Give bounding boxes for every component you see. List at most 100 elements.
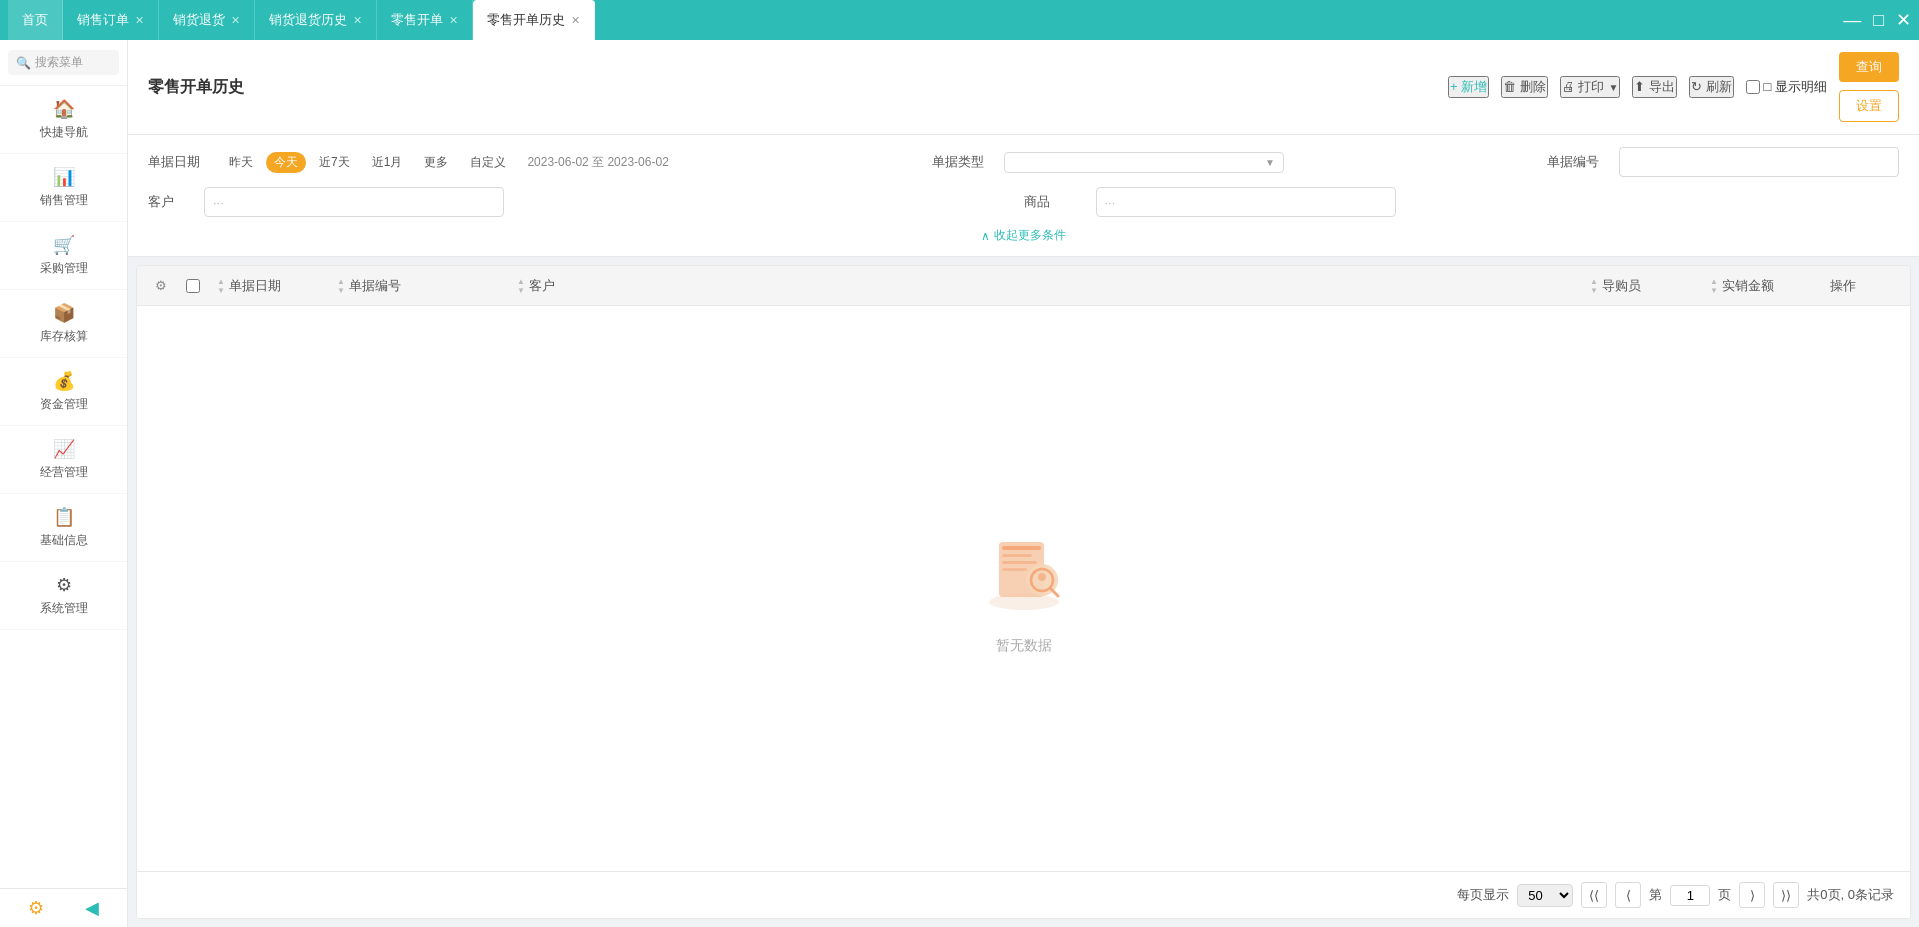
pagination: 每页显示 50 10 20 100 ⟨⟨ ⟨ 第 页 ⟩ ⟩⟩ 共0页, 0条记… [137, 871, 1910, 918]
num-filter-input[interactable] [1619, 147, 1899, 177]
top-bar: 首页 销售订单 ✕ 销货退货 ✕ 销货退货历史 ✕ 零售开单 ✕ 零售开单历史 … [0, 0, 1919, 40]
sidebar-item-sales[interactable]: 📊 销售管理 [0, 154, 127, 222]
num-filter-label: 单据编号 [1547, 153, 1603, 171]
date-sort-icon: ▲▼ [217, 277, 225, 295]
table-header: ⚙ ▲▼ 单据日期 ▲▼ 单据编号 ▲▼ 客户 ▲▼ 导 [137, 266, 1910, 306]
date-btn-yesterday[interactable]: 昨天 [220, 151, 262, 174]
query-button[interactable]: 查询 [1839, 52, 1899, 82]
sidebar-item-inventory-label: 库存核算 [40, 328, 88, 345]
table-select-all[interactable] [177, 279, 209, 293]
customer-sort-icon: ▲▼ [517, 277, 525, 295]
tab-close-retail-history[interactable]: ✕ [571, 14, 580, 27]
date-btn-today[interactable]: 今天 [266, 152, 306, 173]
date-range-display: 2023-06-02 至 2023-06-02 [527, 154, 668, 171]
sidebar-item-operation[interactable]: 📈 经营管理 [0, 426, 127, 494]
th-guide[interactable]: ▲▼ 导购员 [1582, 277, 1702, 295]
sidebar-settings-btn[interactable]: ⚙ [28, 897, 44, 919]
content-area: 零售开单历史 + 新增 🗑 删除 🖨 打印 ▼ ⬆ 导出 ↻ 刷新 [128, 40, 1919, 927]
sidebar-item-basic[interactable]: 📋 基础信息 [0, 494, 127, 562]
date-btn-custom[interactable]: 自定义 [461, 151, 515, 174]
page-label2: 页 [1718, 886, 1731, 904]
add-button[interactable]: + 新增 [1448, 76, 1489, 98]
window-maximize-btn[interactable]: □ [1873, 10, 1884, 31]
th-date[interactable]: ▲▼ 单据日期 [209, 277, 329, 295]
th-customer[interactable]: ▲▼ 客户 [509, 277, 1582, 295]
current-page-input[interactable] [1670, 885, 1710, 906]
total-info: 共0页, 0条记录 [1807, 886, 1894, 904]
delete-button[interactable]: 🗑 删除 [1501, 76, 1548, 98]
goods-filter-label: 商品 [1024, 193, 1080, 211]
sidebar-collapse-btn[interactable]: ◀ [85, 897, 99, 919]
empty-illustration [974, 522, 1074, 625]
th-num[interactable]: ▲▼ 单据编号 [329, 277, 509, 295]
print-button[interactable]: 🖨 打印 ▼ [1560, 76, 1621, 98]
guide-sort-icon: ▲▼ [1590, 277, 1598, 295]
sidebar-item-quicknav[interactable]: 🏠 快捷导航 [0, 86, 127, 154]
sidebar-item-system[interactable]: ⚙ 系统管理 [0, 562, 127, 630]
tab-close-sales-order[interactable]: ✕ [135, 14, 144, 27]
goods-filter-input[interactable]: ··· [1096, 187, 1396, 217]
refresh-button[interactable]: ↻ 刷新 [1689, 76, 1734, 98]
setting-button[interactable]: 设置 [1839, 90, 1899, 122]
filter-collapse-btn[interactable]: ∧ 收起更多条件 [148, 227, 1899, 244]
page-size-select[interactable]: 50 10 20 100 [1517, 884, 1573, 907]
svg-rect-4 [1002, 561, 1037, 564]
date-btn-7days[interactable]: 近7天 [310, 151, 359, 174]
tab-retail[interactable]: 零售开单 ✕ [377, 0, 473, 40]
last-page-btn[interactable]: ⟩⟩ [1773, 882, 1799, 908]
date-filter-label: 单据日期 [148, 153, 204, 171]
tab-sales-order[interactable]: 销售订单 ✕ [63, 0, 159, 40]
sidebar-search[interactable]: 🔍 搜索菜单 [0, 40, 127, 86]
display-detail-toggle[interactable]: □ 显示明细 [1746, 78, 1827, 96]
home-icon: 🏠 [53, 98, 75, 120]
sidebar: 🔍 搜索菜单 🏠 快捷导航 📊 销售管理 🛒 采购管理 📦 库存核算 💰 资金管… [0, 40, 128, 927]
date-filter-buttons: 昨天 今天 近7天 近1月 更多 自定义 2023-06-02 至 2023-0… [220, 151, 669, 174]
tab-retail-history[interactable]: 零售开单历史 ✕ [473, 0, 595, 40]
tab-close-return[interactable]: ✕ [231, 14, 240, 27]
prev-page-btn[interactable]: ⟨ [1615, 882, 1641, 908]
display-detail-checkbox[interactable] [1746, 80, 1760, 94]
type-filter-label: 单据类型 [932, 153, 988, 171]
date-btn-more[interactable]: 更多 [415, 151, 457, 174]
table-settings-btn[interactable]: ⚙ [145, 278, 177, 293]
sidebar-item-purchase[interactable]: 🛒 采购管理 [0, 222, 127, 290]
sales-icon: 📊 [53, 166, 75, 188]
inventory-icon: 📦 [53, 302, 75, 324]
empty-text: 暂无数据 [996, 637, 1052, 655]
svg-point-9 [1038, 573, 1046, 581]
sidebar-item-sales-label: 销售管理 [40, 192, 88, 209]
window-close-btn[interactable]: ✕ [1896, 9, 1911, 31]
page-label: 第 [1649, 886, 1662, 904]
table-body: 暂无数据 [137, 306, 1910, 871]
type-filter-select[interactable]: ▼ [1004, 152, 1284, 173]
customer-filter-input[interactable]: ··· [204, 187, 504, 217]
export-button[interactable]: ⬆ 导出 [1632, 76, 1677, 98]
tab-close-retail[interactable]: ✕ [449, 14, 458, 27]
svg-rect-2 [1002, 546, 1041, 550]
data-table: ⚙ ▲▼ 单据日期 ▲▼ 单据编号 ▲▼ 客户 ▲▼ 导 [136, 265, 1911, 919]
first-page-btn[interactable]: ⟨⟨ [1581, 882, 1607, 908]
tab-return-history[interactable]: 销货退货历史 ✕ [255, 0, 377, 40]
sidebar-item-system-label: 系统管理 [40, 600, 88, 617]
th-amount[interactable]: ▲▼ 实销金额 [1702, 277, 1822, 295]
sidebar-item-quicknav-label: 快捷导航 [40, 124, 88, 141]
filter-area: 单据日期 昨天 今天 近7天 近1月 更多 自定义 2023-06-02 至 2… [128, 135, 1919, 257]
select-all-checkbox[interactable] [186, 279, 200, 293]
next-page-btn[interactable]: ⟩ [1739, 882, 1765, 908]
collapse-up-icon: ∧ [981, 229, 990, 243]
window-minimize-btn[interactable]: — [1843, 10, 1861, 31]
svg-rect-3 [1002, 554, 1032, 557]
tab-home[interactable]: 首页 [8, 0, 63, 40]
tab-close-return-history[interactable]: ✕ [353, 14, 362, 27]
finance-icon: 💰 [53, 370, 75, 392]
amount-sort-icon: ▲▼ [1710, 277, 1718, 295]
goods-dots: ··· [1105, 195, 1116, 210]
sidebar-item-inventory[interactable]: 📦 库存核算 [0, 290, 127, 358]
tab-return[interactable]: 销货退货 ✕ [159, 0, 255, 40]
page-size-label: 每页显示 [1457, 886, 1509, 904]
th-action: 操作 [1822, 277, 1902, 295]
system-icon: ⚙ [56, 574, 72, 596]
svg-rect-5 [1002, 568, 1027, 571]
sidebar-item-finance[interactable]: 💰 资金管理 [0, 358, 127, 426]
date-btn-1month[interactable]: 近1月 [363, 151, 412, 174]
